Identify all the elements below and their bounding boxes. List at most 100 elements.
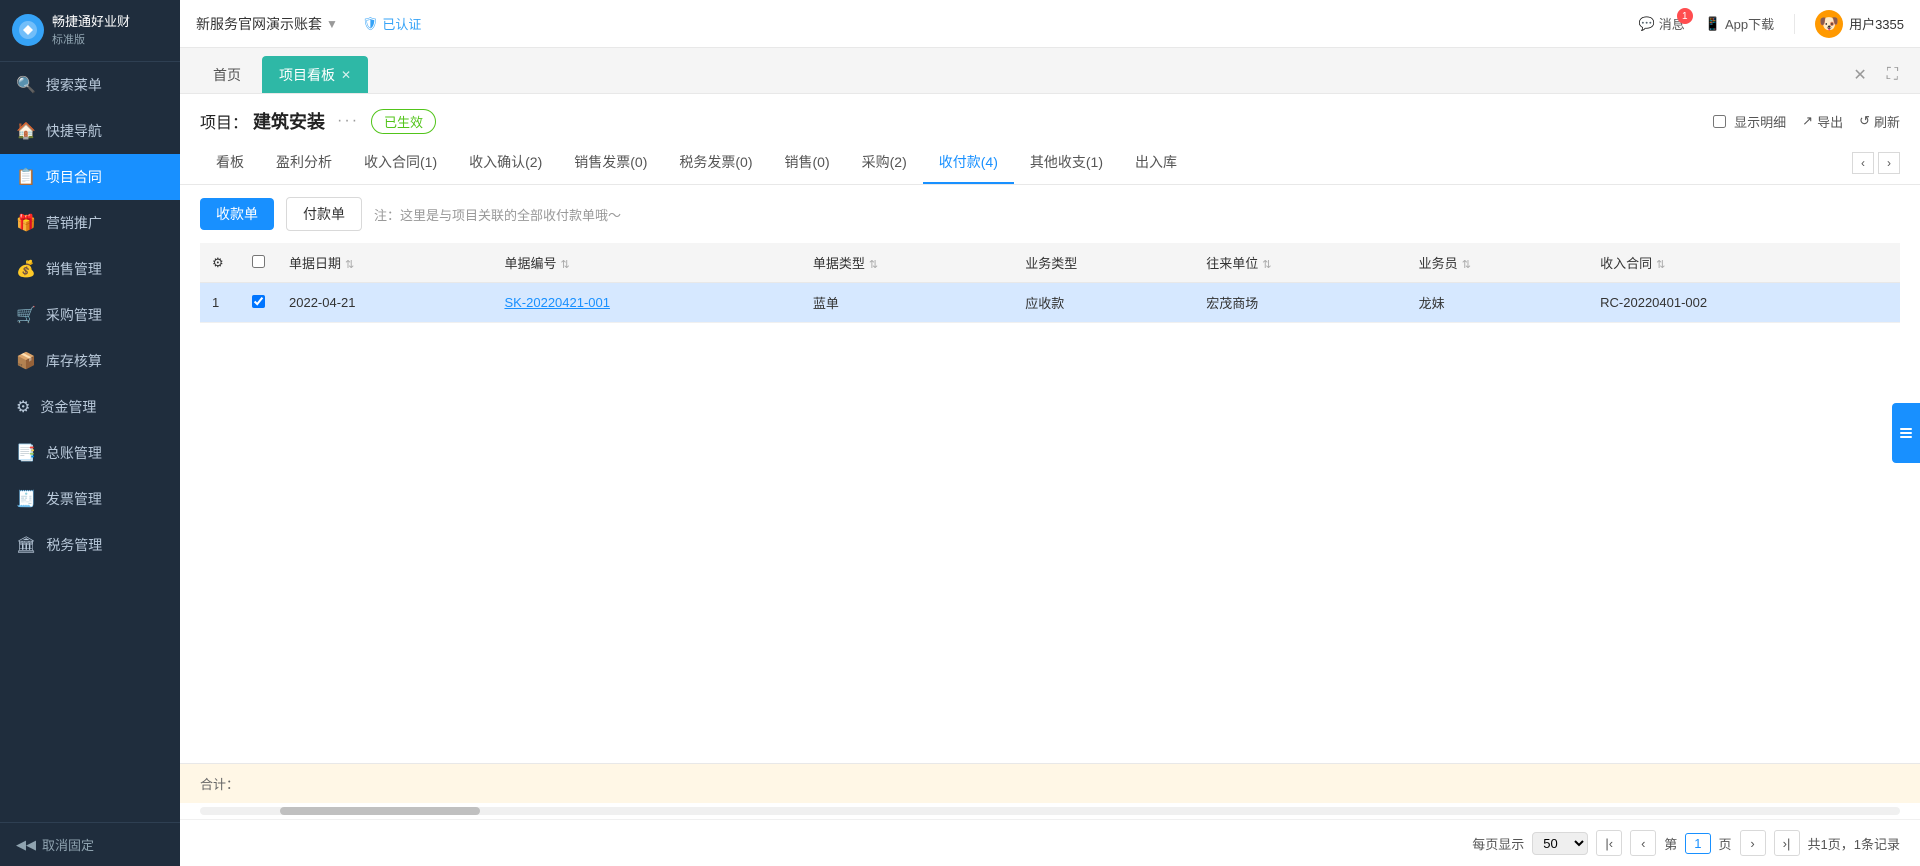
page-next-btn[interactable]: › (1740, 830, 1766, 856)
sidebar-icon-0: 🔍 (16, 75, 36, 95)
tab-home[interactable]: 首页 (196, 56, 258, 93)
page-label: 第 (1664, 834, 1677, 853)
sidebar-item-6[interactable]: 📦库存核算 (0, 338, 180, 384)
export-label: 导出 (1817, 112, 1843, 131)
sub-tab-0[interactable]: 看板 (200, 142, 260, 184)
sidebar-item-10[interactable]: 🏛税务管理 (0, 522, 180, 568)
page-last-btn[interactable]: ›| (1774, 830, 1800, 856)
td-number-link[interactable]: SK-20220421-001 (504, 295, 610, 310)
sub-tab-10[interactable]: 出入库 (1119, 142, 1193, 184)
window-close-icon[interactable]: ✕ (1847, 63, 1872, 87)
select-all-checkbox[interactable] (252, 255, 265, 268)
sidebar-icon-2: 📋 (16, 167, 36, 187)
th-biz-type: 业务类型 (1013, 243, 1194, 283)
sidebar-icon-6: 📦 (16, 351, 36, 371)
th-contract: 收入合同⇅ (1588, 243, 1900, 283)
sidebar-item-7[interactable]: ⚙资金管理 (0, 384, 180, 430)
th-date: 单据日期⇅ (277, 243, 492, 283)
table-wrap: ⚙ 单据日期⇅ 单据编号⇅ 单据类型⇅ 业务类型 往来单位⇅ 业务员⇅ 收入合同… (180, 243, 1920, 763)
sidebar-item-5[interactable]: 🛒采购管理 (0, 292, 180, 338)
messages-button[interactable]: 💬 消息 1 (1639, 14, 1685, 33)
receipts-table: ⚙ 单据日期⇅ 单据编号⇅ 单据类型⇅ 业务类型 往来单位⇅ 业务员⇅ 收入合同… (200, 243, 1900, 323)
sidebar-scroll: 🔍 搜索菜单 🏠快捷导航📋项目合同🎁营销推广💰销售管理🛒采购管理📦库存核算⚙资金管理… (0, 62, 180, 822)
certified-badge: 🛡 已认证 (362, 14, 422, 33)
receive-btn[interactable]: 收款单 (200, 198, 274, 230)
td-number[interactable]: SK-20220421-001 (492, 283, 800, 323)
page-prev-btn[interactable]: ‹ (1630, 830, 1656, 856)
sidebar-item-1[interactable]: 🏠快捷导航 (0, 108, 180, 154)
td-check (240, 283, 277, 323)
sidebar-footer-unpin[interactable]: ◀◀ 取消固定 (0, 822, 180, 866)
row-checkbox-0[interactable] (252, 295, 265, 308)
unpin-icon: ◀◀ (16, 837, 36, 853)
th-number: 单据编号⇅ (492, 243, 800, 283)
project-more-button[interactable]: ··· (337, 112, 359, 130)
sub-tab-2[interactable]: 收入合同(1) (348, 142, 453, 184)
sidebar-icon-1: 🏠 (16, 121, 36, 141)
sub-tabs-prev[interactable]: ‹ (1852, 152, 1874, 174)
user-label: 用户3355 (1849, 14, 1904, 33)
app-download-label: App下载 (1725, 14, 1774, 33)
tab-project-board-label: 项目看板 (279, 65, 335, 85)
th-unit: 往来单位⇅ (1194, 243, 1406, 283)
sidebar-icon-4: 💰 (16, 259, 36, 279)
user-menu[interactable]: 🐶 用户3355 (1815, 10, 1904, 38)
per-page-label: 每页显示 (1472, 834, 1524, 853)
tab-actions: ✕ ⛶ (1847, 63, 1904, 93)
sidebar-item-2[interactable]: 📋项目合同 (0, 154, 180, 200)
sub-tab-1[interactable]: 盈利分析 (260, 142, 348, 184)
scrollbar-track (200, 807, 1900, 815)
sidebar-item-9[interactable]: 🧾发票管理 (0, 476, 180, 522)
app-download-button[interactable]: 📱 App下载 (1705, 14, 1774, 33)
sidebar-label-0: 搜索菜单 (46, 75, 102, 95)
project-title: 项目： 建筑安装 (200, 108, 325, 134)
sidebar-icon-7: ⚙ (16, 397, 30, 417)
th-settings[interactable]: ⚙ (200, 243, 240, 283)
td-date: 2022-04-21 (277, 283, 492, 323)
show-detail-action[interactable]: 显示明细 (1713, 112, 1786, 131)
sidebar-item-8[interactable]: 📑总账管理 (0, 430, 180, 476)
payment-btn[interactable]: 付款单 (286, 197, 362, 231)
shield-icon: 🛡 (362, 16, 379, 32)
payment-bar: 收款单 付款单 注：这里是与项目关联的全部收付款单哦～ (180, 185, 1920, 243)
sidebar-item-3[interactable]: 🎁营销推广 (0, 200, 180, 246)
sidebar-icon-5: 🛒 (16, 305, 36, 325)
table-row[interactable]: 1 2022-04-21 SK-20220421-001 蓝单 应收款 宏茂商场… (200, 283, 1900, 323)
topbar-divider (1794, 14, 1795, 34)
per-page-select[interactable]: 50 20 100 (1532, 832, 1588, 855)
sidebar-label-3: 营销推广 (46, 213, 102, 233)
sub-tab-7[interactable]: 采购(2) (846, 142, 923, 184)
sidebar-item-4[interactable]: 💰销售管理 (0, 246, 180, 292)
sidebar-icon-9: 🧾 (16, 489, 36, 509)
th-salesman: 业务员⇅ (1407, 243, 1588, 283)
scrollbar-thumb[interactable] (280, 807, 480, 815)
sub-tab-3[interactable]: 收入确认(2) (453, 142, 558, 184)
sidebar-label-8: 总账管理 (46, 443, 102, 463)
sub-tab-5[interactable]: 税务发票(0) (663, 142, 768, 184)
right-side-panel-toggle[interactable] (1892, 403, 1920, 463)
topbar-right: 💬 消息 1 📱 App下载 🐶 用户3355 (1639, 10, 1904, 38)
sub-tab-9[interactable]: 其他收支(1) (1014, 142, 1119, 184)
table-body: 1 2022-04-21 SK-20220421-001 蓝单 应收款 宏茂商场… (200, 283, 1900, 323)
sub-tabs-arrows: ‹ › (1852, 152, 1900, 174)
account-selector[interactable]: 新服务官网演示账套 ▼ (196, 14, 338, 34)
sidebar-icon-10: 🏛 (16, 535, 36, 555)
tab-project-board[interactable]: 项目看板 ✕ (262, 56, 368, 93)
sub-tab-6[interactable]: 销售(0) (769, 142, 846, 184)
account-chevron-icon: ▼ (326, 17, 338, 31)
td-biz-type: 应收款 (1013, 283, 1194, 323)
window-expand-icon[interactable]: ⛶ (1881, 64, 1904, 86)
sub-tab-8[interactable]: 收付款(4) (923, 142, 1014, 184)
refresh-action[interactable]: ↺ 刷新 (1859, 112, 1900, 131)
main-area: 新服务官网演示账套 ▼ 🛡 已认证 💬 消息 1 📱 App下载 🐶 用户335… (180, 0, 1920, 866)
show-detail-checkbox[interactable] (1713, 115, 1726, 128)
sub-tabs-next[interactable]: › (1878, 152, 1900, 174)
th-check (240, 243, 277, 283)
td-index: 1 (200, 283, 240, 323)
total-label: 共1页，1条记录 (1808, 834, 1900, 853)
tab-close-icon[interactable]: ✕ (341, 68, 351, 82)
sub-tab-4[interactable]: 销售发票(0) (558, 142, 663, 184)
sidebar-item-0[interactable]: 🔍 搜索菜单 (0, 62, 180, 108)
page-first-btn[interactable]: |‹ (1596, 830, 1622, 856)
export-action[interactable]: ↗ 导出 (1802, 112, 1843, 131)
